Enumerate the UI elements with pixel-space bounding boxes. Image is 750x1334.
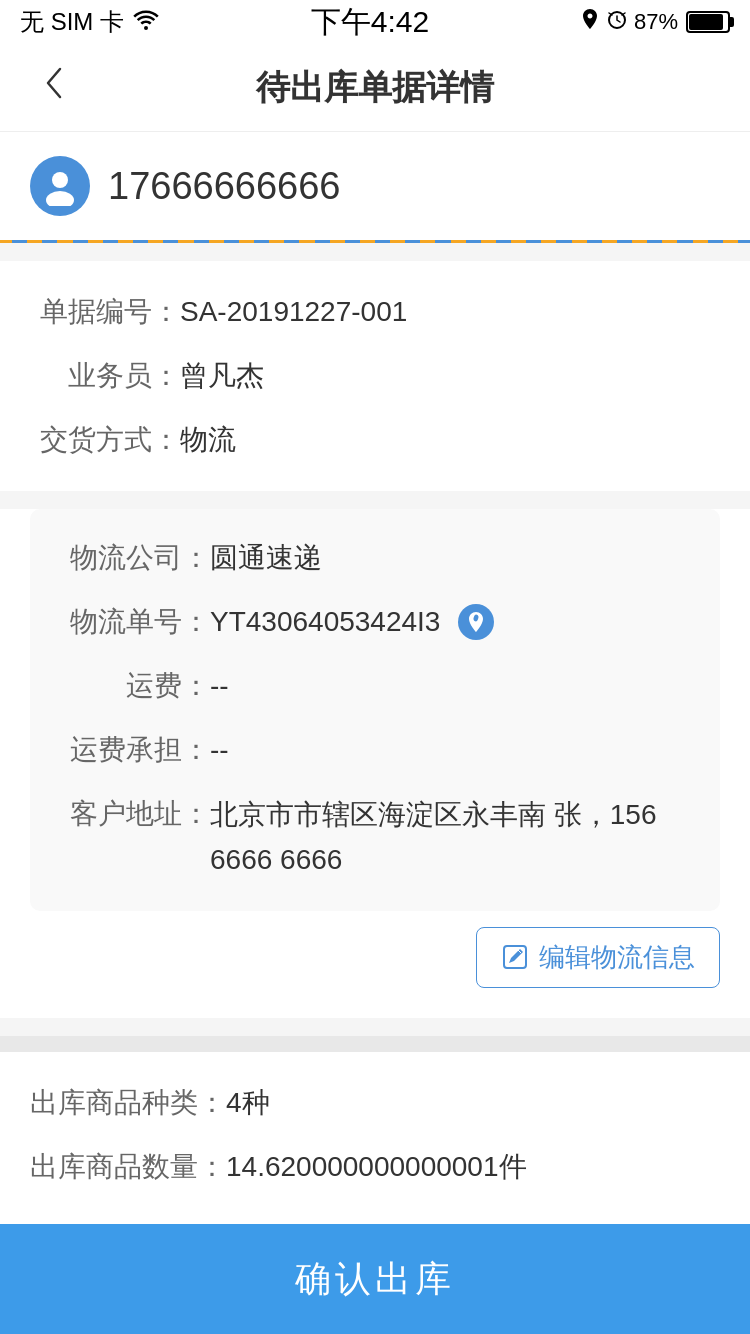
- address-label: 客户地址：: [60, 793, 210, 835]
- salesperson-value: 曾凡杰: [180, 355, 720, 397]
- document-number-value: SA-20191227-001: [180, 291, 720, 333]
- delivery-method-label: 交货方式：: [30, 419, 180, 461]
- wifi-icon: [132, 8, 160, 36]
- edit-logistics-button[interactable]: 编辑物流信息: [476, 927, 720, 988]
- edit-logistics-label: 编辑物流信息: [539, 940, 695, 975]
- edit-logistics-btn-wrap: 编辑物流信息: [30, 911, 720, 988]
- confirm-button-label: 确认出库: [295, 1255, 455, 1304]
- document-number-label: 单据编号：: [30, 291, 180, 333]
- product-quantity-label: 出库商品数量：: [30, 1146, 226, 1188]
- freight-value: --: [210, 665, 690, 707]
- salesperson-row: 业务员： 曾凡杰: [30, 355, 720, 397]
- document-number-row: 单据编号： SA-20191227-001: [30, 291, 720, 333]
- location-service-icon: [580, 8, 600, 36]
- product-type-row: 出库商品种类： 4种: [30, 1082, 720, 1124]
- nav-bar: 待出库单据详情: [0, 44, 750, 132]
- customer-header: 17666666666: [0, 132, 750, 243]
- status-right: 87%: [580, 8, 730, 36]
- product-type-value: 4种: [226, 1082, 720, 1124]
- logistics-company-label: 物流公司：: [60, 537, 210, 579]
- status-time: 下午4:42: [311, 2, 429, 43]
- freight-label: 运费：: [60, 665, 210, 707]
- salesperson-label: 业务员：: [30, 355, 180, 397]
- product-quantity-value: 14.620000000000001件: [226, 1146, 720, 1188]
- freight-bearer-row: 运费承担： --: [60, 729, 690, 771]
- delivery-method-value: 物流: [180, 419, 720, 461]
- logistics-company-row: 物流公司： 圆通速递: [60, 537, 690, 579]
- section-divider: [0, 1036, 750, 1052]
- customer-phone: 17666666666: [108, 165, 340, 208]
- tracking-row: 物流单号： YT43064053424I3: [60, 601, 690, 643]
- delivery-method-row: 交货方式： 物流: [30, 419, 720, 461]
- tracking-label: 物流单号：: [60, 601, 210, 643]
- logistics-company-value: 圆通速递: [210, 537, 690, 579]
- confirm-button[interactable]: 确认出库: [0, 1224, 750, 1334]
- svg-point-2: [46, 191, 74, 206]
- freight-row: 运费： --: [60, 665, 690, 707]
- freight-bearer-value: --: [210, 729, 690, 771]
- status-bar: 无 SIM 卡 下午4:42 87%: [0, 0, 750, 44]
- logistics-card: 物流公司： 圆通速递 物流单号： YT43064053424I3 运费： -- …: [30, 509, 720, 911]
- product-type-label: 出库商品种类：: [30, 1082, 226, 1124]
- freight-bearer-label: 运费承担：: [60, 729, 210, 771]
- address-value: 北京市市辖区海淀区永丰南 张，156 6666 6666: [210, 793, 690, 883]
- status-carrier: 无 SIM 卡: [20, 6, 160, 38]
- product-quantity-row: 出库商品数量： 14.620000000000001件: [30, 1146, 720, 1188]
- avatar: [30, 156, 90, 216]
- page-title: 待出库单据详情: [256, 65, 494, 111]
- back-button[interactable]: [30, 51, 78, 124]
- svg-point-1: [52, 172, 68, 188]
- battery-percent: 87%: [634, 9, 678, 35]
- carrier-text: 无 SIM 卡: [20, 6, 124, 38]
- logistics-section: 物流公司： 圆通速递 物流单号： YT43064053424I3 运费： -- …: [0, 509, 750, 1018]
- battery-icon: [686, 11, 730, 33]
- basic-info-section: 单据编号： SA-20191227-001 业务员： 曾凡杰 交货方式： 物流: [0, 261, 750, 491]
- alarm-icon: [606, 8, 628, 36]
- address-row: 客户地址： 北京市市辖区海淀区永丰南 张，156 6666 6666: [60, 793, 690, 883]
- tracking-location-icon[interactable]: [456, 602, 496, 642]
- tracking-value: YT43064053424I3: [210, 601, 690, 643]
